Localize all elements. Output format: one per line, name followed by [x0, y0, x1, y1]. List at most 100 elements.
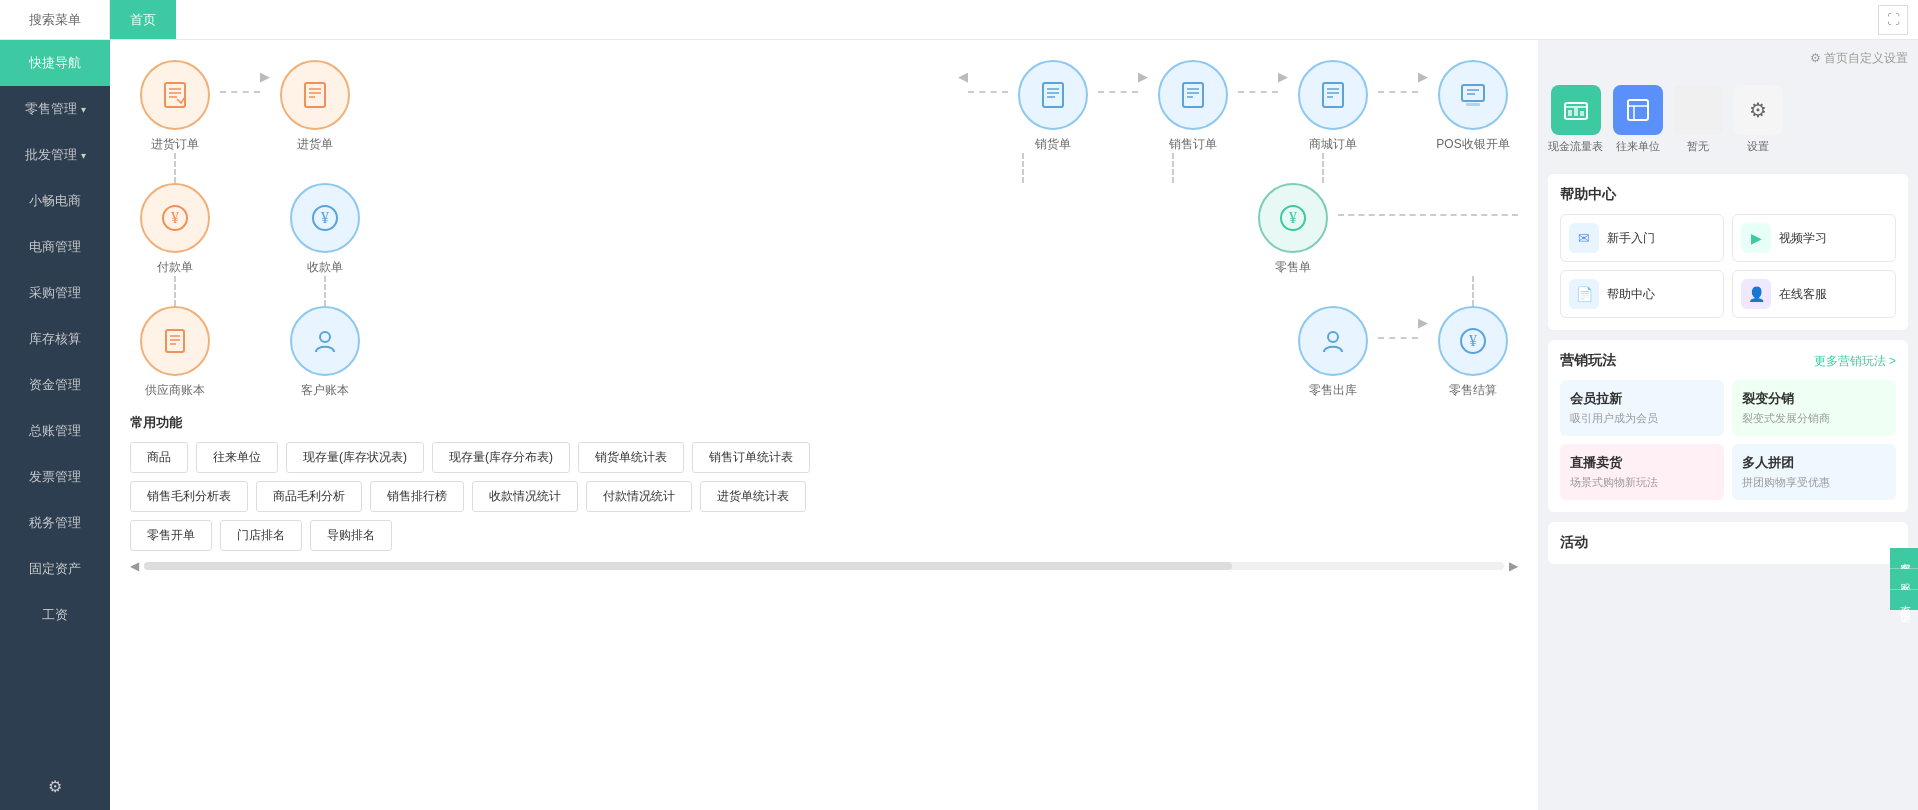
func-btn-units[interactable]: 往来单位	[196, 442, 278, 473]
scroll-left-arrow[interactable]: ◀	[130, 559, 139, 573]
sidebar-item-fixed-assets[interactable]: 固定资产	[0, 546, 110, 592]
marketing-item-group[interactable]: 多人拼团 拼团购物享受优惠	[1732, 444, 1896, 500]
func-buttons-row3: 零售开单 门店排名 导购排名	[130, 520, 1518, 551]
func-btn-retail-order[interactable]: 零售开单	[130, 520, 212, 551]
func-btn-inventory-dist[interactable]: 现存量(库存分布表)	[432, 442, 570, 473]
float-btn-service[interactable]: 客服热线	[1890, 548, 1918, 569]
func-btn-sales-rank[interactable]: 销售排行榜	[370, 481, 464, 512]
func-btn-product[interactable]: 商品	[130, 442, 188, 473]
float-buttons: 客服热线 服务社区 桌面快捷	[1890, 548, 1918, 610]
sidebar-item-ecommerce-xc[interactable]: 小畅电商	[0, 178, 110, 224]
quick-icon-units[interactable]: 往来单位	[1613, 85, 1663, 154]
quick-icons: 现金流量表 往来单位 暂无 ⚙ 设置	[1548, 85, 1908, 154]
node-label-purchase-order: 进货订单	[151, 136, 199, 153]
dashed-line	[1098, 91, 1138, 93]
func-btn-guide-rank[interactable]: 导购排名	[310, 520, 392, 551]
func-btn-sales-stat[interactable]: 销货单统计表	[578, 442, 684, 473]
help-item-help-label: 帮助中心	[1607, 286, 1655, 303]
dashed-line	[1238, 91, 1278, 93]
float-btn-community[interactable]: 服务社区	[1890, 569, 1918, 590]
func-btn-receipt-stat[interactable]: 收款情况统计	[472, 481, 578, 512]
help-item-beginner[interactable]: ✉ 新手入门	[1560, 214, 1724, 262]
node-purchase-slip[interactable]: 进货单	[270, 60, 360, 153]
top-bar: 搜索菜单 首页 ⛶	[0, 0, 1918, 40]
fullscreen-button[interactable]: ⛶	[1878, 5, 1908, 35]
sidebar-item-ecommerce-mgmt[interactable]: 电商管理	[0, 224, 110, 270]
search-menu[interactable]: 搜索菜单	[0, 0, 110, 39]
help-item-video[interactable]: ▶ 视频学习	[1732, 214, 1896, 262]
node-sales-slip[interactable]: 销货单	[1008, 60, 1098, 153]
sidebar-item-retail[interactable]: 零售管理 ▾	[0, 86, 110, 132]
common-functions: 常用功能 商品 往来单位 现存量(库存状况表) 现存量(库存分布表) 销货单统计…	[130, 414, 1518, 573]
node-purchase-order[interactable]: 进货订单	[130, 60, 220, 153]
node-col-retail-out: 零售出库	[1288, 306, 1378, 399]
node-retail-settle[interactable]: ¥ 零售结算	[1428, 306, 1518, 399]
home-customize-btn[interactable]: ⚙ 首页自定义设置	[1548, 50, 1908, 67]
quick-icon-settings-label: 设置	[1747, 139, 1769, 154]
func-btn-store-rank[interactable]: 门店排名	[220, 520, 302, 551]
node-sales-order[interactable]: 销售订单	[1148, 60, 1238, 153]
chevron-down-icon: ▾	[81, 150, 86, 161]
node-retail-out[interactable]: 零售出库	[1288, 306, 1378, 399]
svg-point-35	[1328, 332, 1338, 342]
scrollbar[interactable]: ◀ ▶	[130, 559, 1518, 573]
quick-icon-cashflow[interactable]: 现金流量表	[1548, 85, 1603, 154]
svg-rect-43	[1628, 100, 1648, 120]
svg-text:¥: ¥	[1289, 209, 1297, 226]
func-btn-product-gross[interactable]: 商品毛利分析	[256, 481, 362, 512]
node-icon-supplier	[140, 306, 210, 376]
arrow-right-icon: ▶	[1418, 315, 1428, 330]
func-btn-payment-stat[interactable]: 付款情况统计	[586, 481, 692, 512]
svg-rect-41	[1574, 108, 1578, 116]
node-mall-order[interactable]: 商城订单	[1288, 60, 1378, 153]
sidebar-item-inventory[interactable]: 库存核算	[0, 316, 110, 362]
svg-rect-0	[165, 83, 185, 107]
sidebar-item-finance[interactable]: 资金管理	[0, 362, 110, 408]
node-col-5: 商城订单	[1288, 60, 1378, 153]
node-col-1: 进货订单	[130, 60, 220, 153]
marketing-more-link[interactable]: 更多营销玩法 >	[1814, 353, 1896, 370]
svg-point-34	[320, 332, 330, 342]
node-label-customer: 客户账本	[301, 382, 349, 399]
node-pos[interactable]: POS收银开单	[1428, 60, 1518, 153]
scroll-right-arrow[interactable]: ▶	[1509, 559, 1518, 573]
sidebar-item-quicknav[interactable]: 快捷导航	[0, 40, 110, 86]
node-label-retail-slip: 零售单	[1275, 259, 1311, 276]
activity-title: 活动	[1560, 534, 1896, 552]
svg-text:¥: ¥	[1469, 332, 1477, 349]
func-btn-sales-gross[interactable]: 销售毛利分析表	[130, 481, 248, 512]
tab-home[interactable]: 首页	[110, 0, 176, 39]
node-customer-ledger[interactable]: 客户账本	[280, 306, 370, 399]
node-retail-slip[interactable]: ¥ 零售单	[1248, 183, 1338, 276]
sidebar-item-purchase[interactable]: 采购管理	[0, 270, 110, 316]
node-receipt[interactable]: ¥ 收款单	[280, 183, 370, 276]
arrow-right-icon: ▶	[1278, 69, 1288, 84]
help-icon-mail: ✉	[1569, 223, 1599, 253]
v-arrow-pay	[174, 276, 176, 306]
sidebar-item-ledger[interactable]: 总账管理	[0, 408, 110, 454]
sidebar-item-invoice[interactable]: 发票管理	[0, 454, 110, 500]
marketing-item-fission[interactable]: 裂变分销 裂变式发展分销商	[1732, 380, 1896, 436]
marketing-item-live[interactable]: 直播卖货 场景式购物新玩法	[1560, 444, 1724, 500]
sidebar-item-wholesale[interactable]: 批发管理 ▾	[0, 132, 110, 178]
sidebar-item-tax[interactable]: 税务管理	[0, 500, 110, 546]
scroll-track[interactable]	[144, 562, 1504, 570]
sidebar-settings-icon[interactable]: ⚙	[0, 763, 110, 810]
float-btn-desktop[interactable]: 桌面快捷	[1890, 590, 1918, 610]
func-btn-purchase-stat[interactable]: 进货单统计表	[700, 481, 806, 512]
node-payment[interactable]: ¥ 付款单	[130, 183, 220, 276]
arrow-3-4: ▶	[1098, 69, 1148, 144]
quick-icon-settings[interactable]: ⚙ 设置	[1733, 85, 1783, 154]
sidebar-item-salary[interactable]: 工资	[0, 592, 110, 638]
help-icon-play: ▶	[1741, 223, 1771, 253]
node-supplier-ledger[interactable]: 供应商账本	[130, 306, 220, 399]
func-btn-inventory-status[interactable]: 现存量(库存状况表)	[286, 442, 424, 473]
help-item-help[interactable]: 📄 帮助中心	[1560, 270, 1724, 318]
quick-icon-units-label: 往来单位	[1616, 139, 1660, 154]
quick-icon-none[interactable]: 暂无	[1673, 85, 1723, 154]
quick-icon-none-label: 暂无	[1687, 139, 1709, 154]
func-btn-sales-order-stat[interactable]: 销售订单统计表	[692, 442, 810, 473]
scroll-thumb	[144, 562, 1232, 570]
marketing-item-member[interactable]: 会员拉新 吸引用户成为会员	[1560, 380, 1724, 436]
help-item-service[interactable]: 👤 在线客服	[1732, 270, 1896, 318]
